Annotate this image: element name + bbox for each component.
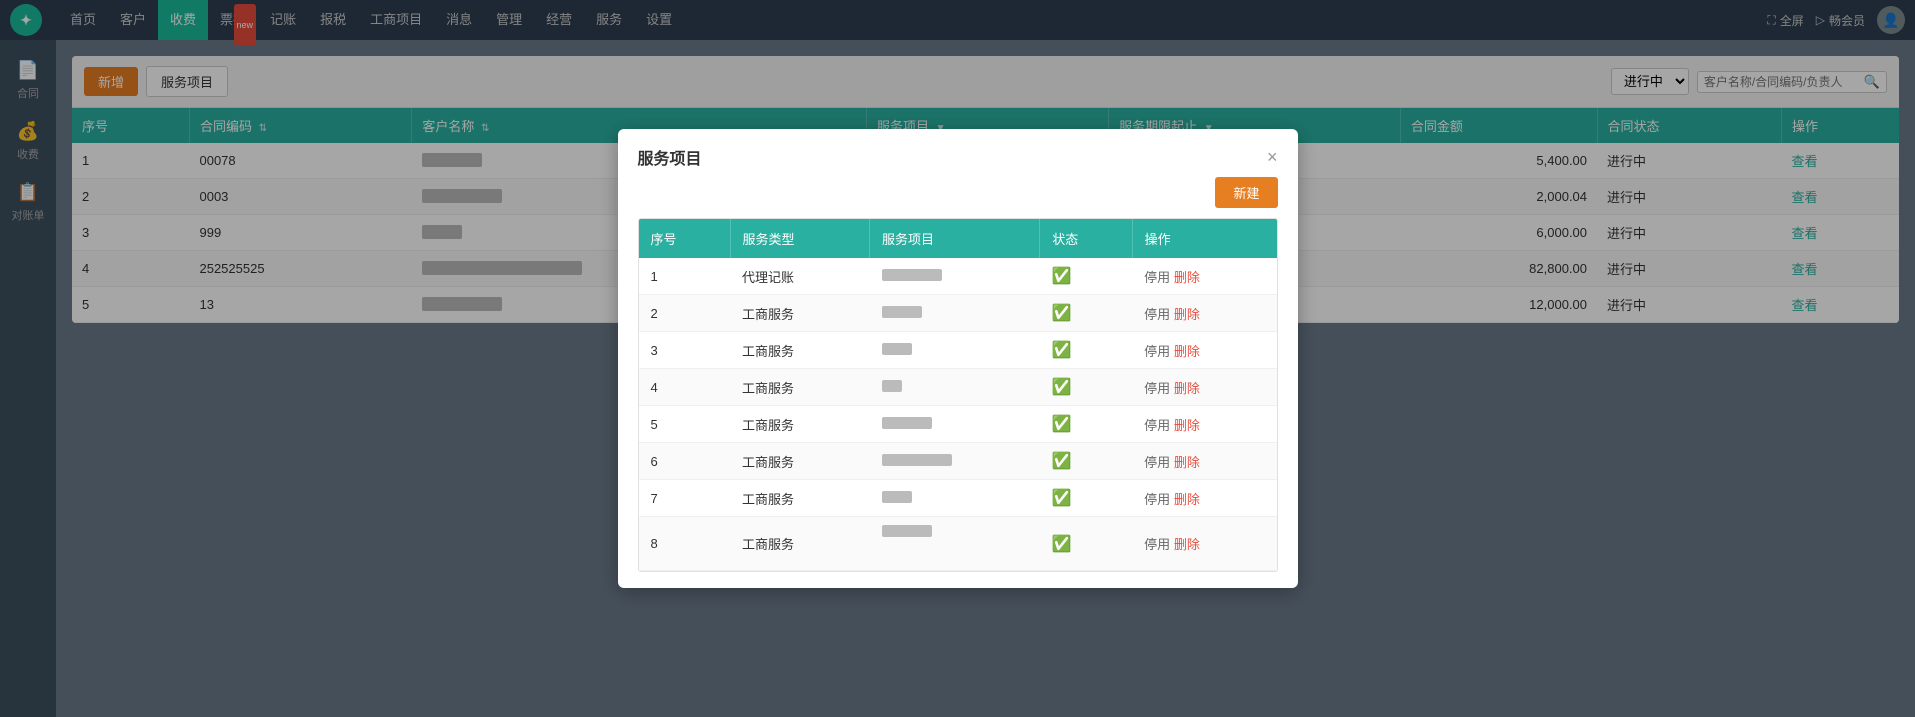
stop-button[interactable]: 停用 <box>1144 534 1170 553</box>
modal-table-wrap: 序号 服务类型 服务项目 状态 操作 1 代理记账 ████1 ✅ 停用 删除 … <box>638 218 1278 572</box>
modal-cell-item: ███ <box>870 480 1040 517</box>
modal-header-row: 序号 服务类型 服务项目 状态 操作 <box>639 219 1277 258</box>
list-item: 3 工商服务 ███ ✅ 停用 删除 <box>639 332 1277 369</box>
modal-cell-seq: 2 <box>639 295 731 332</box>
stop-button[interactable]: 停用 <box>1144 415 1170 434</box>
modal-cell-ops: 停用 删除 <box>1132 517 1276 571</box>
status-check-icon: ✅ <box>1052 342 1072 359</box>
modal-cell-type: 工商服务 <box>730 295 870 332</box>
list-item: 5 工商服务 ████ ✅ 停用 删除 <box>639 406 1277 443</box>
stop-button[interactable]: 停用 <box>1144 452 1170 471</box>
modal-cell-status: ✅ <box>1040 480 1132 517</box>
delete-button[interactable]: 删除 <box>1174 534 1200 553</box>
modal-col-status: 状态 <box>1040 219 1132 258</box>
modal-cell-seq: 5 <box>639 406 731 443</box>
modal-toolbar: 新建 <box>638 177 1278 208</box>
status-check-icon: ✅ <box>1052 268 1072 285</box>
list-item: 1 代理记账 ████1 ✅ 停用 删除 <box>639 258 1277 295</box>
service-items-modal: 服务项目 × 新建 序号 服务类型 服务项目 状态 操作 <box>618 129 1298 588</box>
modal-table: 序号 服务类型 服务项目 状态 操作 1 代理记账 ████1 ✅ 停用 删除 … <box>639 219 1277 571</box>
modal-cell-ops: 停用 删除 <box>1132 258 1276 295</box>
modal-cell-seq: 4 <box>639 369 731 406</box>
list-item: 2 工商服务 ████ ✅ 停用 删除 <box>639 295 1277 332</box>
modal-cell-status: ✅ <box>1040 258 1132 295</box>
modal-cell-type: 工商服务 <box>730 332 870 369</box>
modal-cell-item: ████ <box>870 406 1040 443</box>
modal-cell-item: ████1 <box>870 258 1040 295</box>
modal-col-item: 服务项目 <box>870 219 1040 258</box>
stop-button[interactable]: 停用 <box>1144 341 1170 360</box>
modal-cell-status: ✅ <box>1040 443 1132 480</box>
modal-cell-status: ✅ <box>1040 332 1132 369</box>
list-item: 6 工商服务 ██████ ✅ 停用 删除 <box>639 443 1277 480</box>
modal-cell-type: 代理记账 <box>730 258 870 295</box>
delete-button[interactable]: 删除 <box>1174 378 1200 397</box>
modal-col-type: 服务类型 <box>730 219 870 258</box>
delete-button[interactable]: 删除 <box>1174 489 1200 508</box>
modal-col-ops: 操作 <box>1132 219 1276 258</box>
modal-cell-ops: 停用 删除 <box>1132 480 1276 517</box>
delete-button[interactable]: 删除 <box>1174 304 1200 323</box>
modal-cell-status: ✅ <box>1040 295 1132 332</box>
modal-title: 服务项目 <box>638 145 702 169</box>
delete-button[interactable]: 删除 <box>1174 267 1200 286</box>
status-check-icon: ✅ <box>1052 453 1072 470</box>
modal-cell-status: ✅ <box>1040 517 1132 571</box>
new-service-button[interactable]: 新建 <box>1215 177 1277 208</box>
stop-button[interactable]: 停用 <box>1144 378 1170 397</box>
modal-cell-seq: 6 <box>639 443 731 480</box>
modal-cell-item: ███ <box>870 332 1040 369</box>
modal-close-button[interactable]: × <box>1267 148 1278 166</box>
modal-cell-type: 工商服务 <box>730 369 870 406</box>
status-check-icon: ✅ <box>1052 490 1072 507</box>
modal-cell-seq: 8 <box>639 517 731 571</box>
modal-table-body: 1 代理记账 ████1 ✅ 停用 删除 2 工商服务 ████ ✅ 停用 删除… <box>639 258 1277 571</box>
modal-overlay: 服务项目 × 新建 序号 服务类型 服务项目 状态 操作 <box>0 0 1915 717</box>
stop-button[interactable]: 停用 <box>1144 304 1170 323</box>
delete-button[interactable]: 删除 <box>1174 452 1200 471</box>
list-item: 8 工商服务 ████注册 ✅ 停用 删除 <box>639 517 1277 571</box>
modal-cell-item: ██████ <box>870 443 1040 480</box>
stop-button[interactable]: 停用 <box>1144 489 1170 508</box>
modal-cell-type: 工商服务 <box>730 406 870 443</box>
modal-header: 服务项目 × <box>618 129 1298 177</box>
modal-cell-item: ██ <box>870 369 1040 406</box>
status-check-icon: ✅ <box>1052 305 1072 322</box>
modal-cell-type: 工商服务 <box>730 443 870 480</box>
status-check-icon: ✅ <box>1052 416 1072 433</box>
modal-cell-ops: 停用 删除 <box>1132 369 1276 406</box>
modal-cell-type: 工商服务 <box>730 517 870 571</box>
modal-cell-ops: 停用 删除 <box>1132 406 1276 443</box>
modal-col-seq: 序号 <box>639 219 731 258</box>
modal-cell-status: ✅ <box>1040 369 1132 406</box>
modal-cell-ops: 停用 删除 <box>1132 295 1276 332</box>
modal-cell-seq: 7 <box>639 480 731 517</box>
modal-cell-ops: 停用 删除 <box>1132 332 1276 369</box>
modal-cell-seq: 1 <box>639 258 731 295</box>
modal-cell-type: 工商服务 <box>730 480 870 517</box>
list-item: 7 工商服务 ███ ✅ 停用 删除 <box>639 480 1277 517</box>
modal-body: 新建 序号 服务类型 服务项目 状态 操作 1 代理记账 <box>618 177 1298 588</box>
list-item: 4 工商服务 ██ ✅ 停用 删除 <box>639 369 1277 406</box>
status-check-icon: ✅ <box>1052 379 1072 396</box>
modal-cell-status: ✅ <box>1040 406 1132 443</box>
stop-button[interactable]: 停用 <box>1144 267 1170 286</box>
modal-cell-ops: 停用 删除 <box>1132 443 1276 480</box>
delete-button[interactable]: 删除 <box>1174 415 1200 434</box>
delete-button[interactable]: 删除 <box>1174 341 1200 360</box>
modal-cell-seq: 3 <box>639 332 731 369</box>
status-check-icon: ✅ <box>1052 536 1072 553</box>
modal-cell-item: ████注册 <box>870 517 1040 571</box>
modal-cell-item: ████ <box>870 295 1040 332</box>
